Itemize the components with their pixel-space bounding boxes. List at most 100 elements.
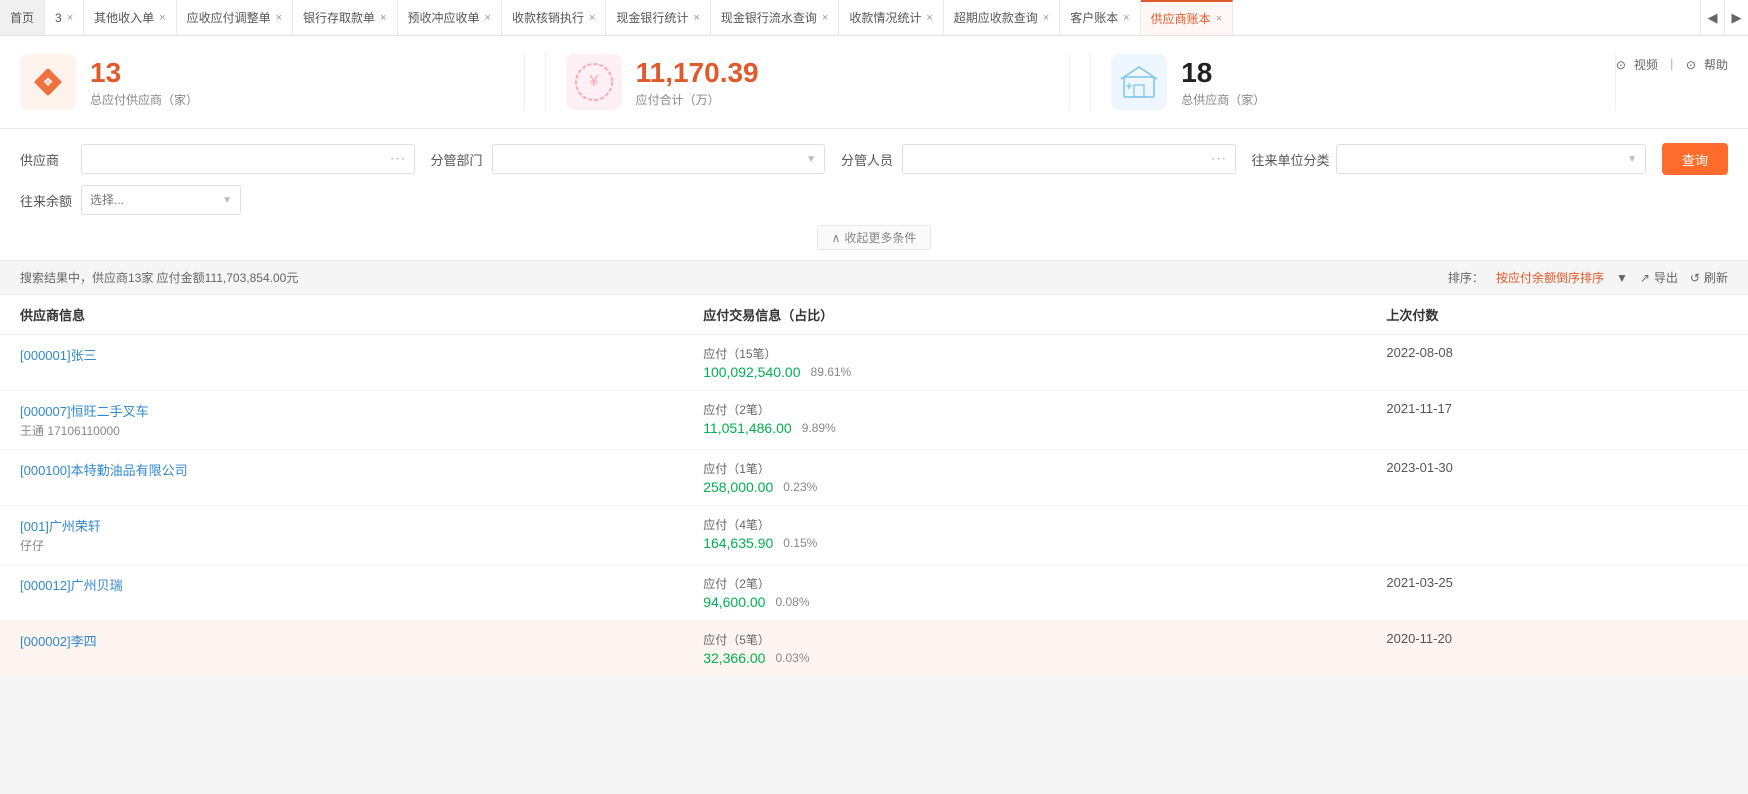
person-input-wrapper[interactable]: ··· <box>902 144 1236 174</box>
last-pay-cell: 2020-11-20 <box>1386 631 1728 666</box>
search-button[interactable]: 查询 <box>1662 143 1728 175</box>
close-tab-prepay-charge[interactable]: × <box>485 12 491 24</box>
supplier-link[interactable]: [000002]李四 <box>20 634 97 649</box>
last-pay-date: 2020-11-20 <box>1386 631 1452 646</box>
col-header-tx: 应付交易信息（占比） <box>703 305 1386 324</box>
refresh-button[interactable]: ↺ 刷新 <box>1690 269 1728 286</box>
nav-tab-collection-stats[interactable]: 收款情况统计× <box>839 0 943 36</box>
supplier-link[interactable]: [000001]张三 <box>20 348 97 363</box>
help-link[interactable]: 帮助 <box>1704 56 1728 73</box>
close-tab-bank-deposit[interactable]: × <box>380 12 386 24</box>
supplier-info-cell: [000100]本特勤油品有限公司 <box>20 460 703 495</box>
nav-tab-cash-bank-stats[interactable]: 现金银行统计× <box>606 0 710 36</box>
supplier-input-wrapper[interactable]: ··· <box>81 144 415 174</box>
last-pay-cell: 2023-01-30 <box>1386 460 1728 495</box>
person-input[interactable] <box>911 152 1211 166</box>
table-body: [000001]张三 应付（15笔） 100,092,540.00 89.61% 202… <box>0 335 1748 677</box>
balance-input-wrapper[interactable]: ▼ <box>81 185 241 215</box>
supplier-link[interactable]: [000012]广州贝瑞 <box>20 578 123 593</box>
nav-tab-collection-verify[interactable]: 收款核销执行× <box>502 0 606 36</box>
tx-info-cell: 应付（4笔）164,635.900.15% <box>703 516 1386 554</box>
close-tab-customer-ledger[interactable]: × <box>1123 12 1129 24</box>
dept-input-wrapper[interactable]: ▼ <box>492 144 826 174</box>
filter-row-1: 供应商 ··· 分管部门 ▼ 分管人员 ··· 往来单位分类 <box>20 143 1728 175</box>
last-pay-date: 2023-01-30 <box>1386 460 1453 475</box>
nav-tab-home[interactable]: 首页 <box>0 0 45 36</box>
close-tab-cash-bank-stats[interactable]: × <box>693 12 699 24</box>
nav-prev-arrow[interactable]: ◀ <box>1700 0 1724 36</box>
stats-bar: ❖ 13 总应付供应商（家） ¥ 11,170.39 应付合计（万） <box>0 36 1748 129</box>
close-tab-ar-ap-adjust[interactable]: × <box>276 12 282 24</box>
nav-tab-supplier-ledger[interactable]: 供应商账本× <box>1141 0 1233 36</box>
close-tab-collection-stats[interactable]: × <box>926 12 932 24</box>
nav-tab-ar-ap-adjust[interactable]: 应收应付调整单× <box>177 0 293 36</box>
nav-next-arrow[interactable]: ▶ <box>1724 0 1748 36</box>
tx-amount[interactable]: 258,000.00 <box>703 479 773 495</box>
video-link[interactable]: 视频 <box>1634 56 1658 73</box>
close-tab-overdue-ar[interactable]: × <box>1043 12 1049 24</box>
stat-number-payable-suppliers: 13 <box>90 56 198 90</box>
supplier-link[interactable]: [000007]恒旺二手叉车 <box>20 404 149 419</box>
collapse-button[interactable]: ∧ 收起更多条件 <box>817 225 932 250</box>
last-pay-cell <box>1386 516 1728 554</box>
stat-label-payable-suppliers: 总应付供应商（家） <box>90 91 198 108</box>
nav-tab-prepay-charge[interactable]: 预收冲应收单× <box>398 0 502 36</box>
collapse-label: 收起更多条件 <box>844 229 916 246</box>
tx-amount[interactable]: 94,600.00 <box>703 594 765 610</box>
balance-input[interactable] <box>90 193 222 207</box>
supplier-link[interactable]: [000100]本特勤油品有限公司 <box>20 463 188 478</box>
tx-percent: 0.23% <box>783 480 817 494</box>
tx-amount[interactable]: 11,051,486.00 <box>703 420 792 436</box>
nav-tab-tab3[interactable]: 3× <box>45 0 84 36</box>
coin-icon: ¥ <box>566 54 622 110</box>
refresh-icon: ↺ <box>1690 271 1700 285</box>
results-actions: 排序： 按应付余额倒序排序 ▼ ↗ 导出 ↺ 刷新 <box>1448 269 1728 286</box>
category-input-wrapper[interactable]: ▼ <box>1336 144 1646 174</box>
tx-label: 应付（5笔） <box>703 631 1386 648</box>
tx-amount[interactable]: 32,366.00 <box>703 650 765 666</box>
tx-label: 应付（2笔） <box>703 401 1386 418</box>
stat-total-payable-amount: ¥ 11,170.39 应付合计（万） <box>566 54 1071 110</box>
close-tab-tab3[interactable]: × <box>67 12 73 24</box>
supplier-sub-info: 王通 17106110000 <box>20 422 703 439</box>
table-row: [000100]本特勤油品有限公司应付（1笔）258,000.000.23%20… <box>0 450 1748 506</box>
supplier-dots: ··· <box>390 150 406 168</box>
top-navigation: 首页3×其他收入单×应收应付调整单×银行存取款单×预收冲应收单×收款核销执行×现… <box>0 0 1748 36</box>
svg-text:❖: ❖ <box>43 75 54 89</box>
tx-amount[interactable]: 164,635.90 <box>703 535 773 551</box>
close-tab-other-income[interactable]: × <box>159 12 165 24</box>
tx-percent: 89.61% <box>811 365 852 379</box>
close-tab-supplier-ledger[interactable]: × <box>1216 13 1222 25</box>
supplier-link[interactable]: [001]广州荣轩 <box>20 519 101 534</box>
tx-amount[interactable]: 100,092,540.00 <box>703 364 800 380</box>
nav-tab-overdue-ar[interactable]: 超期应收款查询× <box>944 0 1060 36</box>
nav-tab-other-income[interactable]: 其他收入单× <box>84 0 176 36</box>
close-tab-collection-verify[interactable]: × <box>589 12 595 24</box>
nav-tab-bank-deposit[interactable]: 银行存取款单× <box>293 0 397 36</box>
sort-select[interactable]: 按应付余额倒序排序 <box>1496 269 1604 286</box>
supplier-info-cell: [000007]恒旺二手叉车王通 17106110000 <box>20 401 703 439</box>
supplier-sub-info: 仔仔 <box>20 537 703 554</box>
shop-icon <box>1111 54 1167 110</box>
close-tab-cash-bank-flow[interactable]: × <box>822 12 828 24</box>
tx-label: 应付（4笔） <box>703 516 1386 533</box>
export-button[interactable]: ↗ 导出 <box>1640 269 1678 286</box>
tx-info-cell: 应付（2笔） 11,051,486.00 9.89% <box>703 401 1386 439</box>
table-row: [001]广州荣轩仔仔应付（4笔）164,635.900.15% <box>0 506 1748 565</box>
supplier-info-cell: [000012]广州贝瑞 <box>20 575 703 610</box>
filter-category: 往来单位分类 ▼ <box>1252 144 1647 174</box>
supplier-info-cell: [000002]李四 <box>20 631 703 666</box>
tx-percent: 9.89% <box>802 421 836 435</box>
nav-tab-customer-ledger[interactable]: 客户账本× <box>1060 0 1140 36</box>
tx-label: 应付（15笔） <box>703 345 1386 362</box>
category-input[interactable] <box>1345 152 1628 166</box>
supplier-input[interactable] <box>90 152 390 166</box>
nav-tab-cash-bank-flow[interactable]: 现金银行流水查询× <box>711 0 839 36</box>
nav-arrows: ◀ ▶ <box>1700 0 1748 36</box>
sort-down-icon: ▼ <box>1616 271 1628 285</box>
stat-number-total-suppliers: 18 <box>1181 56 1265 90</box>
dept-input[interactable] <box>501 152 807 166</box>
divider1 <box>545 52 546 112</box>
help-icon: ⊙ <box>1686 58 1696 72</box>
tx-percent: 0.03% <box>775 651 809 665</box>
